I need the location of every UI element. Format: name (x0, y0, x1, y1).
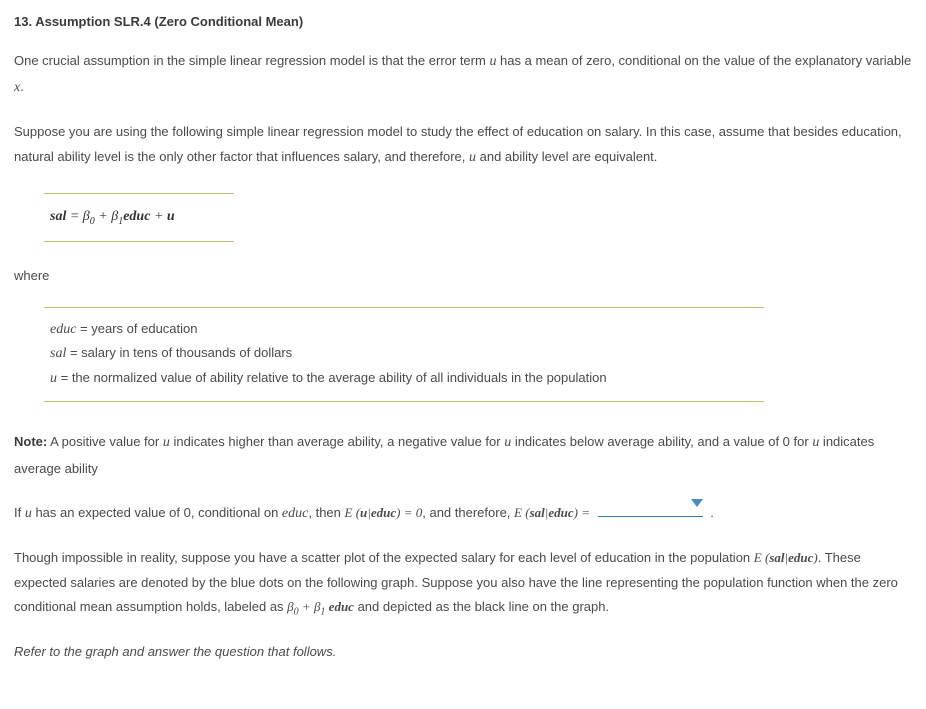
def-text: = the normalized value of ability relati… (57, 370, 607, 385)
note-label: Note: (14, 434, 47, 449)
p3-text-d: , and therefore, (422, 505, 514, 520)
p3-period: . (707, 505, 714, 520)
expectation-eq-3: E (sal|educ) (754, 550, 818, 565)
def-u: u = the normalized value of ability rela… (50, 367, 758, 392)
def-sal: sal = salary in tens of thousands of dol… (50, 342, 758, 367)
var-u: u (25, 506, 32, 521)
p3-text-c: , then (308, 505, 344, 520)
note-paragraph: Note: A positive value for u indicates h… (14, 430, 912, 481)
def-text: = years of education (76, 321, 197, 336)
note-text-c: indicates below average ability, and a v… (511, 434, 812, 449)
p1-text-a: One crucial assumption in the simple lin… (14, 53, 489, 68)
def-var: u (50, 371, 57, 386)
note-text-a: A positive value for (47, 434, 163, 449)
p3-text-b: has an expected value of 0, conditional … (32, 505, 282, 520)
p2-text-b: and ability level are equivalent. (476, 149, 657, 164)
p1-text-c: . (20, 79, 24, 94)
formula-block: sal = β0 + β1educ + u (44, 193, 234, 242)
def-var: educ (50, 322, 76, 337)
p3-text-a: If (14, 505, 25, 520)
var-u: u (469, 150, 476, 165)
beta-expression: β0 + β1 educ (287, 599, 354, 614)
paragraph-4: Though impossible in reality, suppose yo… (14, 546, 912, 622)
divider-bottom (44, 401, 764, 402)
expectation-eq-2: E (sal|educ) = (514, 505, 590, 520)
note-text-b: indicates higher than average ability, a… (170, 434, 504, 449)
p2-text-a: Suppose you are using the following simp… (14, 124, 902, 164)
paragraph-1: One crucial assumption in the simple lin… (14, 49, 912, 102)
def-educ: educ = years of education (50, 318, 758, 343)
p4-text-a: Though impossible in reality, suppose yo… (14, 550, 754, 565)
var-educ: educ (282, 506, 308, 521)
expectation-eq-1: E (u|educ) = 0 (345, 505, 423, 520)
question-paragraph: If u has an expected value of 0, conditi… (14, 499, 912, 528)
chevron-down-icon (691, 499, 703, 507)
refer-instruction: Refer to the graph and answer the questi… (14, 640, 912, 665)
p1-text-b: has a mean of zero, conditional on the v… (496, 53, 911, 68)
divider-bottom (44, 241, 234, 242)
regression-formula: sal = β0 + β1educ + u (44, 194, 234, 241)
where-label: where (14, 264, 912, 289)
def-var: sal (50, 346, 66, 361)
p4-text-c: and depicted as the black line on the gr… (354, 599, 609, 614)
definitions-block: educ = years of education sal = salary i… (44, 307, 764, 403)
paragraph-2: Suppose you are using the following simp… (14, 120, 912, 171)
var-u: u (163, 435, 170, 450)
def-text: = salary in tens of thousands of dollars (66, 345, 292, 360)
answer-dropdown[interactable] (598, 499, 703, 517)
question-heading: 13. Assumption SLR.4 (Zero Conditional M… (14, 10, 912, 35)
